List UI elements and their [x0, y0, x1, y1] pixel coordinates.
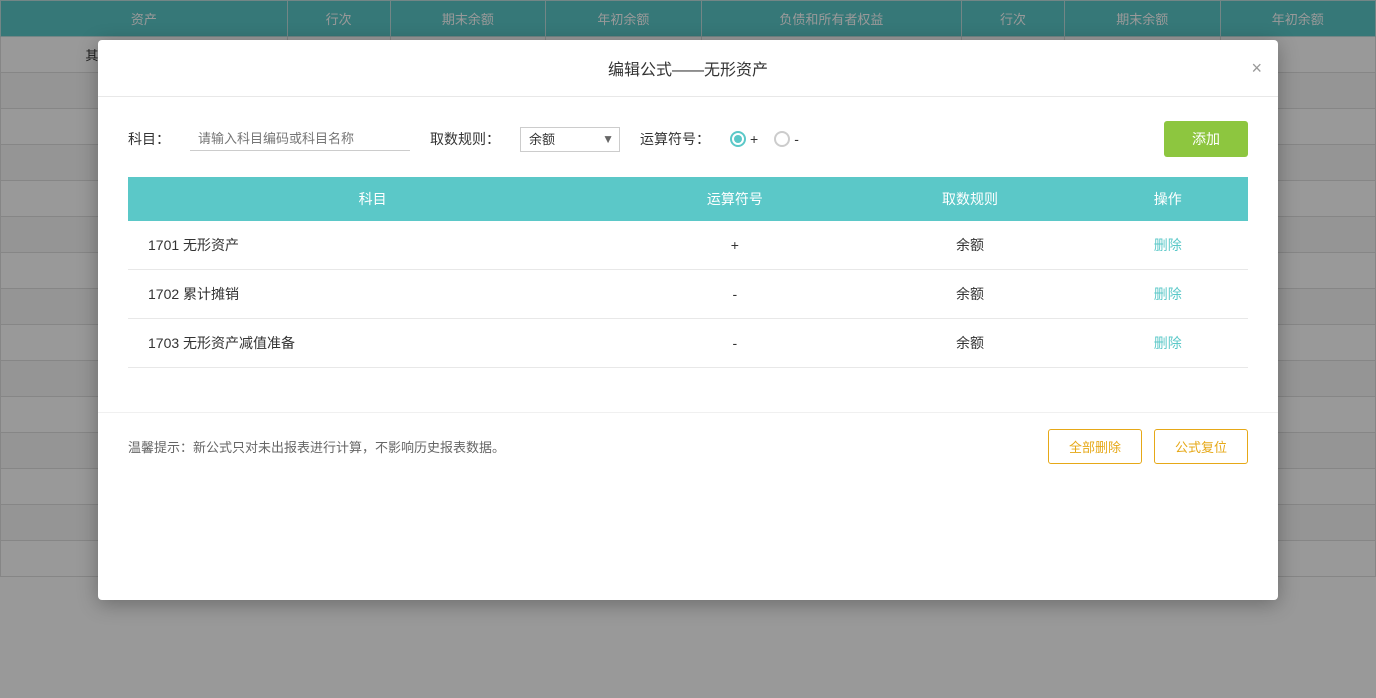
row-operator-2: - — [617, 270, 852, 319]
table-row: 1703 无形资产减值准备 - 余额 删除 — [128, 319, 1248, 368]
operator-label: 运算符号： — [640, 129, 710, 149]
row-action-1: 删除 — [1088, 221, 1248, 270]
subject-label: 科目： — [128, 129, 170, 149]
operator-minus-radio[interactable]: - — [774, 131, 799, 147]
row-operator-3: - — [617, 319, 852, 368]
row-subject-1: 1701 无形资产 — [128, 221, 617, 270]
modal-footer: 温馨提示：新公式只对未出报表进行计算，不影响历史报表数据。 全部删除 公式复位 — [98, 412, 1278, 480]
table-row: 1701 无形资产 + 余额 删除 — [128, 221, 1248, 270]
delete-all-button[interactable]: 全部删除 — [1048, 429, 1142, 464]
modal-overlay: 编辑公式——无形资产 × 科目： 取数规则： 余额 借方 贷方 借方发生额 贷方… — [0, 0, 1376, 698]
row-rule-3: 余额 — [852, 319, 1087, 368]
row-subject-2: 1702 累计摊销 — [128, 270, 617, 319]
row-rule-2: 余额 — [852, 270, 1087, 319]
modal-header: 编辑公式——无形资产 × — [98, 40, 1278, 97]
footer-buttons: 全部删除 公式复位 — [1048, 429, 1248, 464]
modal-title: 编辑公式——无形资产 — [608, 62, 768, 79]
modal-body: 科目： 取数规则： 余额 借方 贷方 借方发生额 贷方发生额 ▼ 运算符号： — [98, 97, 1278, 412]
subject-input[interactable] — [190, 127, 410, 151]
radio-minus-icon — [774, 131, 790, 147]
radio-plus-icon — [730, 131, 746, 147]
row-rule-1: 余额 — [852, 221, 1087, 270]
table-row: 1702 累计摊销 - 余额 删除 — [128, 270, 1248, 319]
operator-plus-label: + — [750, 131, 758, 147]
modal-close-button[interactable]: × — [1251, 59, 1262, 77]
rule-label: 取数规则： — [430, 129, 500, 149]
reset-button[interactable]: 公式复位 — [1154, 429, 1248, 464]
operator-minus-label: - — [794, 131, 799, 147]
col-operator: 运算符号 — [617, 177, 852, 221]
col-action: 操作 — [1088, 177, 1248, 221]
row-action-2: 删除 — [1088, 270, 1248, 319]
formula-table: 科目 运算符号 取数规则 操作 1701 无形资产 + 余额 删除 1702 累… — [128, 177, 1248, 368]
operator-radio-group: + - — [730, 131, 799, 147]
col-subject: 科目 — [128, 177, 617, 221]
row-subject-3: 1703 无形资产减值准备 — [128, 319, 617, 368]
col-rule: 取数规则 — [852, 177, 1087, 221]
rule-select-wrapper: 余额 借方 贷方 借方发生额 贷方发生额 ▼ — [520, 127, 620, 152]
delete-button-1[interactable]: 删除 — [1154, 237, 1182, 253]
row-operator-1: + — [617, 221, 852, 270]
delete-button-3[interactable]: 删除 — [1154, 335, 1182, 351]
row-action-3: 删除 — [1088, 319, 1248, 368]
operator-plus-radio[interactable]: + — [730, 131, 758, 147]
add-button[interactable]: 添加 — [1164, 121, 1248, 157]
delete-button-2[interactable]: 删除 — [1154, 286, 1182, 302]
rule-select[interactable]: 余额 借方 贷方 借方发生额 贷方发生额 — [520, 127, 620, 152]
tip-text: 温馨提示：新公式只对未出报表进行计算，不影响历史报表数据。 — [128, 437, 505, 456]
modal-dialog: 编辑公式——无形资产 × 科目： 取数规则： 余额 借方 贷方 借方发生额 贷方… — [98, 40, 1278, 600]
form-row: 科目： 取数规则： 余额 借方 贷方 借方发生额 贷方发生额 ▼ 运算符号： — [128, 121, 1248, 157]
